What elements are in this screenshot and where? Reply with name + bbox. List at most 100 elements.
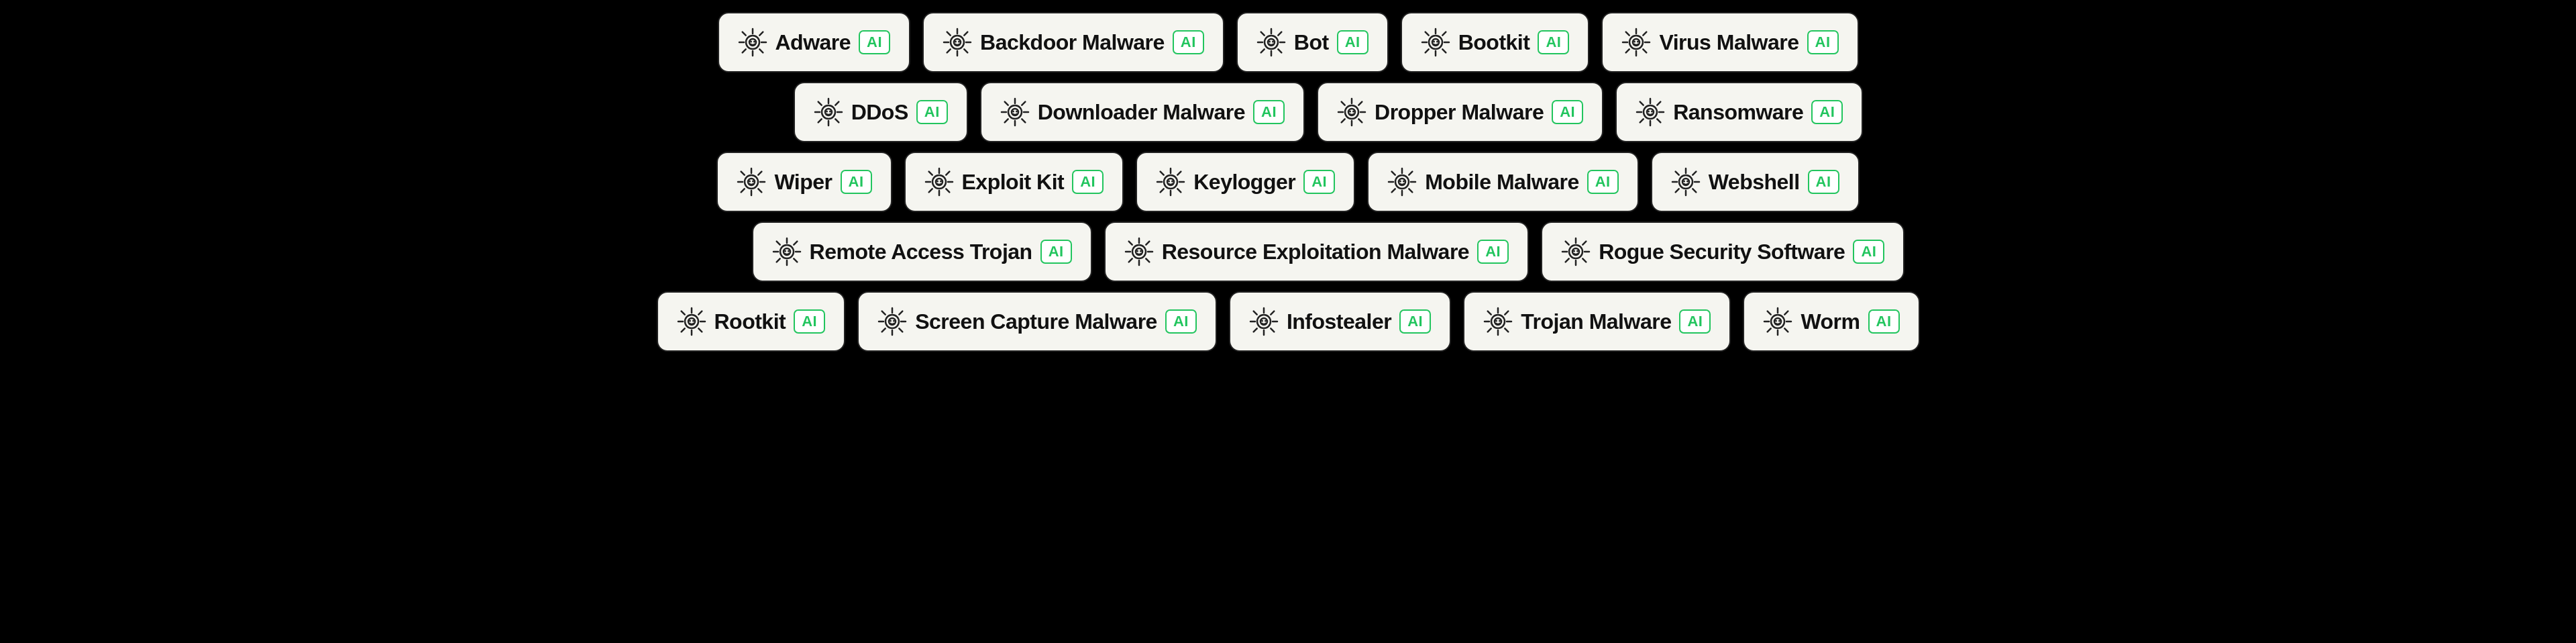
card-backdoor-malware[interactable]: Backdoor Malware AI — [922, 12, 1224, 72]
svg-point-166 — [1683, 181, 1685, 183]
card-label-remote-access-trojan: Remote Access Trojan — [810, 240, 1032, 264]
card-keylogger[interactable]: Keylogger AI — [1136, 152, 1355, 212]
virus-icon — [877, 307, 907, 336]
svg-point-262 — [1775, 320, 1777, 322]
card-label-wiper: Wiper — [774, 170, 832, 195]
ai-badge-wiper: AI — [841, 170, 872, 194]
svg-line-6 — [759, 49, 763, 52]
svg-point-239 — [1265, 320, 1267, 322]
svg-line-245 — [1488, 311, 1491, 315]
virus-icon — [1387, 167, 1417, 197]
card-remote-access-trojan[interactable]: Remote Access Trojan AI — [752, 221, 1092, 282]
card-resource-exploitation-malware[interactable]: Resource Exploitation Malware AI — [1104, 221, 1529, 282]
card-screen-capture-malware[interactable]: Screen Capture Malware AI — [857, 291, 1217, 352]
svg-line-65 — [818, 102, 821, 105]
svg-point-252 — [1771, 315, 1784, 328]
ai-badge-virus-malware: AI — [1807, 30, 1839, 54]
card-rootkit[interactable]: Rootkit AI — [657, 291, 846, 352]
svg-point-227 — [893, 320, 895, 322]
svg-point-23 — [958, 41, 960, 43]
card-infostealer[interactable]: Infostealer AI — [1229, 291, 1451, 352]
card-webshell[interactable]: Webshell AI — [1651, 152, 1860, 212]
card-label-exploit-kit: Exploit Kit — [962, 170, 1065, 195]
svg-point-47 — [1436, 41, 1438, 43]
svg-line-149 — [1392, 172, 1395, 175]
card-label-keylogger: Keylogger — [1193, 170, 1295, 195]
svg-line-19 — [964, 32, 967, 36]
svg-point-46 — [1433, 41, 1435, 43]
virus-icon — [1249, 307, 1279, 336]
svg-line-80 — [1004, 119, 1008, 122]
card-mobile-malware[interactable]: Mobile Malware AI — [1367, 152, 1639, 212]
svg-line-246 — [1505, 328, 1509, 332]
svg-line-188 — [1128, 258, 1132, 262]
svg-point-36 — [1429, 36, 1442, 49]
card-ransomware[interactable]: Ransomware AI — [1615, 82, 1863, 142]
card-exploit-kit[interactable]: Exploit Kit AI — [904, 152, 1124, 212]
svg-line-32 — [1261, 49, 1265, 52]
row-4: Remote Access Trojan AI Resource Exploit… — [13, 221, 2563, 282]
svg-point-215 — [692, 320, 694, 322]
card-downloader-malware[interactable]: Downloader Malware AI — [980, 82, 1305, 142]
svg-line-210 — [698, 328, 702, 332]
ai-badge-remote-access-trojan: AI — [1040, 240, 1072, 264]
svg-point-10 — [750, 41, 752, 43]
card-adware[interactable]: Adware AI — [718, 12, 911, 72]
svg-line-8 — [742, 49, 745, 52]
svg-line-91 — [1358, 102, 1362, 105]
card-bot[interactable]: Bot AI — [1236, 12, 1389, 72]
svg-line-211 — [698, 311, 702, 315]
ai-badge-adware: AI — [859, 30, 890, 54]
svg-line-42 — [1442, 49, 1446, 52]
svg-point-144 — [1395, 175, 1409, 189]
svg-line-66 — [835, 119, 839, 122]
svg-line-150 — [1409, 189, 1413, 192]
card-worm[interactable]: Worm AI — [1743, 291, 1919, 352]
svg-line-163 — [1693, 172, 1696, 175]
svg-line-247 — [1505, 311, 1509, 315]
svg-point-0 — [746, 36, 759, 49]
card-label-dropper-malware: Dropper Malware — [1375, 100, 1544, 125]
svg-point-251 — [1499, 320, 1501, 322]
virus-icon — [1124, 237, 1154, 266]
svg-point-120 — [932, 175, 946, 189]
svg-point-60 — [822, 105, 835, 119]
svg-point-238 — [1261, 320, 1263, 322]
svg-point-167 — [1686, 181, 1688, 183]
card-label-worm: Worm — [1801, 309, 1860, 334]
ai-badge-infostealer: AI — [1399, 309, 1431, 334]
card-ddos[interactable]: DDoS AI — [794, 82, 968, 142]
svg-point-131 — [940, 181, 942, 183]
card-virus-malware[interactable]: Virus Malware AI — [1601, 12, 1858, 72]
svg-point-168 — [780, 245, 794, 258]
svg-line-223 — [900, 311, 903, 315]
virus-icon — [737, 167, 766, 197]
svg-line-53 — [1626, 32, 1629, 36]
card-label-ransomware: Ransomware — [1673, 100, 1803, 125]
svg-line-89 — [1342, 102, 1345, 105]
svg-line-101 — [1640, 102, 1644, 105]
svg-line-235 — [1271, 311, 1274, 315]
svg-point-94 — [1349, 111, 1351, 113]
svg-line-43 — [1442, 32, 1446, 36]
virus-icon — [814, 97, 843, 127]
card-label-webshell: Webshell — [1709, 170, 1800, 195]
svg-line-54 — [1644, 49, 1647, 52]
card-dropper-malware[interactable]: Dropper Malware AI — [1317, 82, 1603, 142]
card-bootkit[interactable]: Bootkit AI — [1401, 12, 1590, 72]
card-wiper[interactable]: Wiper AI — [716, 152, 892, 212]
card-label-ddos: DDoS — [851, 100, 908, 125]
svg-line-18 — [964, 49, 967, 52]
svg-line-128 — [928, 189, 932, 192]
svg-point-12 — [951, 36, 964, 49]
virus-icon — [1763, 307, 1792, 336]
svg-line-79 — [1022, 102, 1025, 105]
svg-point-191 — [1140, 250, 1142, 252]
card-trojan-malware[interactable]: Trojan Malware AI — [1463, 291, 1731, 352]
svg-line-55 — [1644, 32, 1647, 36]
svg-line-78 — [1022, 119, 1025, 122]
card-rogue-security-software[interactable]: Rogue Security Software AI — [1541, 221, 1904, 282]
card-label-rootkit: Rootkit — [714, 309, 786, 334]
svg-point-190 — [1136, 250, 1138, 252]
ai-badge-ddos: AI — [916, 100, 948, 124]
